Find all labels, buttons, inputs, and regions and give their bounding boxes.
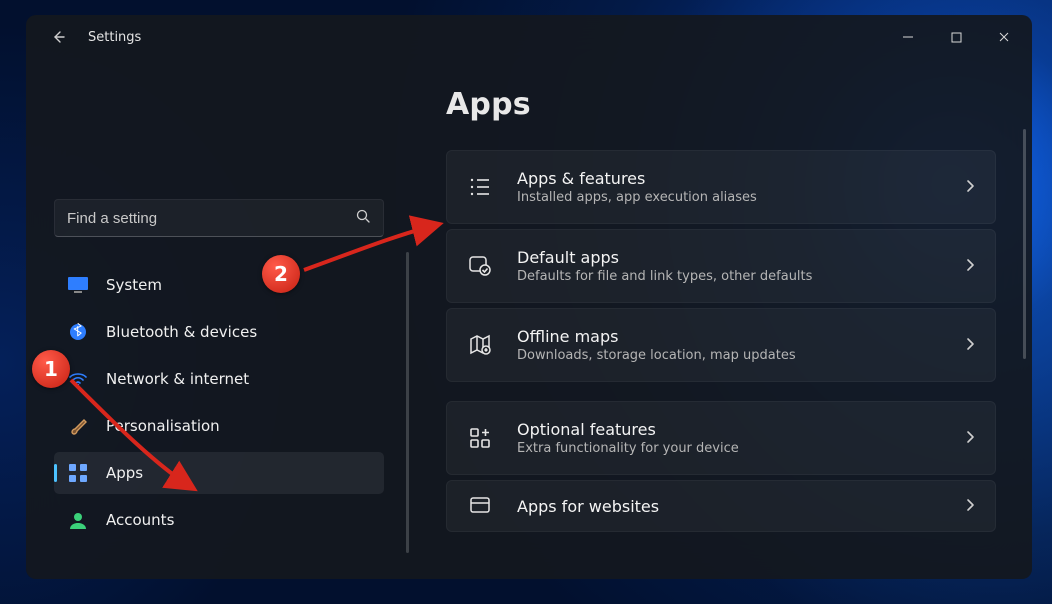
card-optional-features[interactable]: Optional features Extra functionality fo… bbox=[446, 401, 996, 475]
main-scrollbar[interactable] bbox=[1023, 129, 1026, 359]
sidebar-item-label: System bbox=[106, 276, 162, 294]
sidebar-item-label: Apps bbox=[106, 464, 143, 482]
maximize-icon bbox=[951, 32, 962, 43]
chevron-right-icon bbox=[965, 336, 975, 355]
sidebar-item-bluetooth[interactable]: Bluetooth & devices bbox=[54, 311, 384, 353]
apps-icon bbox=[68, 463, 88, 483]
close-icon bbox=[998, 31, 1010, 43]
sidebar-item-apps[interactable]: Apps bbox=[54, 452, 384, 494]
chevron-right-icon bbox=[965, 497, 975, 516]
search-icon bbox=[355, 208, 371, 228]
card-title: Default apps bbox=[517, 248, 941, 267]
window-controls bbox=[884, 19, 1028, 55]
minimize-icon bbox=[902, 31, 914, 43]
sidebar-nav: System Bluetooth & devices Network & int… bbox=[54, 264, 384, 541]
card-subtitle: Downloads, storage location, map updates bbox=[517, 348, 941, 363]
sidebar-item-label: Bluetooth & devices bbox=[106, 323, 257, 341]
main-content: Apps Apps & features Installed apps, app… bbox=[396, 59, 1032, 579]
card-default-apps[interactable]: Default apps Defaults for file and link … bbox=[446, 229, 996, 303]
annotation-badge-1: 1 bbox=[32, 350, 70, 388]
map-icon bbox=[467, 332, 493, 358]
grid-plus-icon bbox=[467, 425, 493, 451]
annotation-badge-2: 2 bbox=[262, 255, 300, 293]
search-input[interactable] bbox=[67, 210, 355, 227]
page-title: Apps bbox=[446, 87, 1024, 122]
sidebar-item-accounts[interactable]: Accounts bbox=[54, 499, 384, 541]
card-title: Apps & features bbox=[517, 169, 941, 188]
card-subtitle: Defaults for file and link types, other … bbox=[517, 269, 941, 284]
list-icon bbox=[467, 174, 493, 200]
search-box[interactable] bbox=[54, 199, 384, 237]
card-title: Optional features bbox=[517, 420, 941, 439]
sidebar-item-personalisation[interactable]: Personalisation bbox=[54, 405, 384, 447]
settings-window: Settings bbox=[26, 15, 1032, 579]
sidebar-item-label: Network & internet bbox=[106, 370, 249, 388]
paintbrush-icon bbox=[68, 416, 88, 436]
window-title: Settings bbox=[88, 30, 141, 45]
card-apps-features[interactable]: Apps & features Installed apps, app exec… bbox=[446, 150, 996, 224]
sidebar-item-label: Personalisation bbox=[106, 417, 220, 435]
arrow-left-icon bbox=[50, 29, 66, 45]
chevron-right-icon bbox=[965, 429, 975, 448]
bluetooth-icon bbox=[68, 322, 88, 342]
sidebar: System Bluetooth & devices Network & int… bbox=[26, 59, 396, 579]
chevron-right-icon bbox=[965, 257, 975, 276]
display-icon bbox=[68, 275, 88, 295]
card-subtitle: Installed apps, app execution aliases bbox=[517, 190, 941, 205]
chevron-right-icon bbox=[965, 178, 975, 197]
sidebar-item-system[interactable]: System bbox=[54, 264, 384, 306]
card-title: Apps for websites bbox=[517, 497, 941, 516]
wifi-icon bbox=[68, 369, 88, 389]
settings-card-list: Apps & features Installed apps, app exec… bbox=[446, 150, 1024, 532]
website-icon bbox=[467, 493, 493, 519]
sidebar-item-label: Accounts bbox=[106, 511, 174, 529]
titlebar: Settings bbox=[26, 15, 1032, 59]
card-title: Offline maps bbox=[517, 327, 941, 346]
person-icon bbox=[68, 510, 88, 530]
default-apps-icon bbox=[467, 253, 493, 279]
minimize-button[interactable] bbox=[884, 19, 932, 55]
card-subtitle: Extra functionality for your device bbox=[517, 441, 941, 456]
card-apps-for-websites[interactable]: Apps for websites bbox=[446, 480, 996, 532]
back-button[interactable] bbox=[44, 23, 72, 51]
maximize-button[interactable] bbox=[932, 19, 980, 55]
sidebar-item-network[interactable]: Network & internet bbox=[54, 358, 384, 400]
card-offline-maps[interactable]: Offline maps Downloads, storage location… bbox=[446, 308, 996, 382]
close-button[interactable] bbox=[980, 19, 1028, 55]
